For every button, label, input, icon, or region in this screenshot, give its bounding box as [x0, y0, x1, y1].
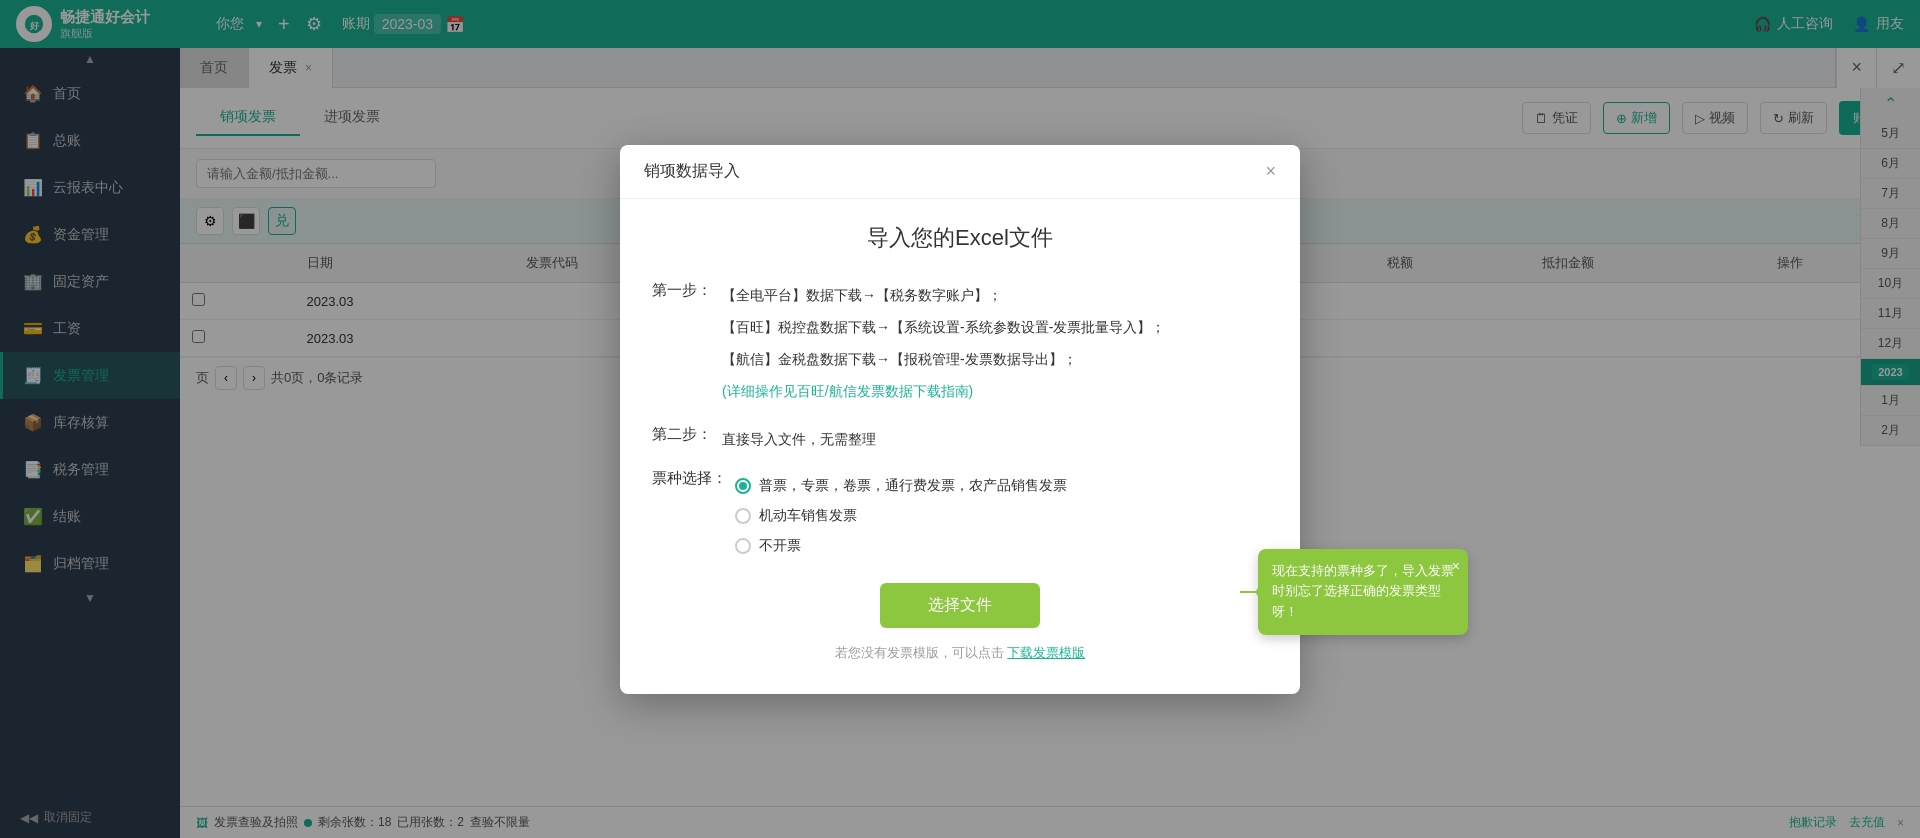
modal-title: 销项数据导入: [644, 161, 740, 182]
radio-motor-label: 机动车销售发票: [759, 507, 857, 525]
radio-general-label: 普票，专票，卷票，通行费发票，农产品销售发票: [759, 477, 1067, 495]
select-file-btn[interactable]: 选择文件: [880, 583, 1040, 628]
step1-line3: 【航信】金税盘数据下载→【报税管理-发票数据导出】；: [722, 345, 1268, 373]
modal-body: 导入您的Excel文件 第一步： 【全电平台】数据下载→【税务数字账户】； 【百…: [620, 199, 1300, 694]
modal-overlay: 销项数据导入 × 导入您的Excel文件 第一步： 【全电平台】数据下载→【税务…: [0, 0, 1920, 838]
footer-text: 若您没有发票模版，可以点击: [835, 645, 1004, 660]
step1-row: 第一步： 【全电平台】数据下载→【税务数字账户】； 【百旺】税控盘数据下载→【系…: [652, 281, 1268, 409]
tooltip-connector: [1240, 587, 1266, 597]
radio-motor[interactable]: 机动车销售发票: [735, 507, 1067, 525]
step1-link-row: (详细操作见百旺/航信发票数据下载指南): [722, 377, 1268, 405]
step2-row: 第二步： 直接导入文件，无需整理: [652, 425, 1268, 453]
radio-none-label: 不开票: [759, 537, 801, 555]
radio-general[interactable]: 普票，专票，卷票，通行费发票，农产品销售发票: [735, 477, 1067, 495]
radio-general-circle: [735, 478, 751, 494]
radio-general-dot: [739, 482, 747, 490]
radio-none-circle: [735, 538, 751, 554]
detail-guide-link[interactable]: (详细操作见百旺/航信发票数据下载指南): [722, 383, 973, 399]
ticket-type-row: 票种选择： 普票，专票，卷票，通行费发票，农产品销售发票 机动车销售发票: [652, 469, 1268, 555]
radio-none[interactable]: 不开票: [735, 537, 1067, 555]
step1-label: 第一步：: [652, 281, 722, 409]
step2-label: 第二步：: [652, 425, 722, 453]
radio-group: 普票，专票，卷票，通行费发票，农产品销售发票 机动车销售发票 不开票: [735, 477, 1067, 555]
step1-content: 【全电平台】数据下载→【税务数字账户】； 【百旺】税控盘数据下载→【系统设置-系…: [722, 281, 1268, 409]
step1-line1: 【全电平台】数据下载→【税务数字账户】；: [722, 281, 1268, 309]
ticket-type-label: 票种选择：: [652, 469, 735, 488]
tooltip-close-btn[interactable]: ×: [1452, 555, 1460, 577]
tooltip-text: 现在支持的票种多了，导入发票时别忘了选择正确的发票类型呀！: [1272, 563, 1454, 620]
modal-header: 销项数据导入 ×: [620, 145, 1300, 199]
modal-footer: 若您没有发票模版，可以点击 下载发票模版: [652, 644, 1268, 662]
step2-content: 直接导入文件，无需整理: [722, 425, 1268, 453]
modal-main-title: 导入您的Excel文件: [652, 223, 1268, 253]
import-modal: 销项数据导入 × 导入您的Excel文件 第一步： 【全电平台】数据下载→【税务…: [620, 145, 1300, 694]
radio-motor-circle: [735, 508, 751, 524]
ticket-tooltip: × 现在支持的票种多了，导入发票时别忘了选择正确的发票类型呀！: [1258, 549, 1468, 635]
download-template-link[interactable]: 下载发票模版: [1007, 645, 1085, 660]
step1-line2: 【百旺】税控盘数据下载→【系统设置-系统参数设置-发票批量导入】；: [722, 313, 1268, 341]
modal-close-btn[interactable]: ×: [1265, 161, 1276, 182]
